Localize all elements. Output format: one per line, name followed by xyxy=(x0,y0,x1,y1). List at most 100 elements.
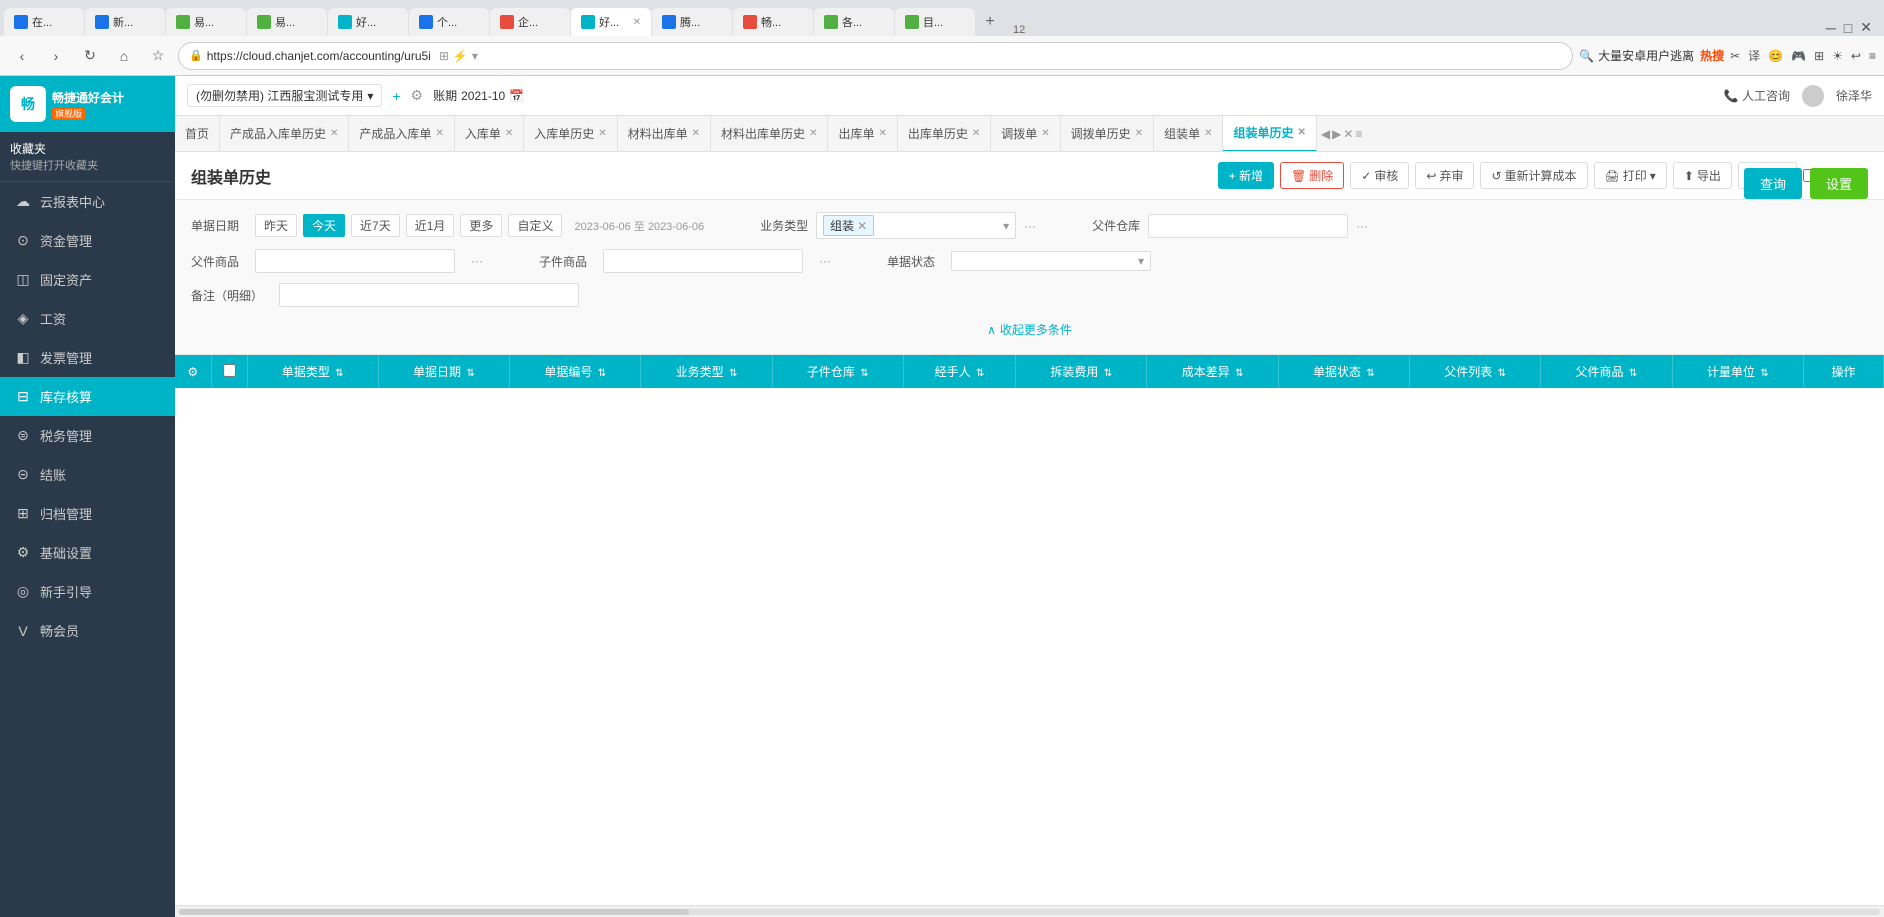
page-tab-close-icon[interactable]: ✕ xyxy=(1041,128,1049,139)
sidebar-item-inventory[interactable]: ⊟ 库存核算 xyxy=(0,377,175,416)
browser-tab-t5[interactable]: 好... xyxy=(328,8,408,36)
sidebar-item-settle[interactable]: ⊝ 结账 xyxy=(0,455,175,494)
browser-tab-t8[interactable]: 好... ✕ xyxy=(571,8,651,36)
page-tab-close-icon[interactable]: ✕ xyxy=(972,128,980,139)
child-goods-more-icon[interactable]: ··· xyxy=(819,254,831,268)
sidebar-item-guide[interactable]: ◎ 新手引导 xyxy=(0,572,175,611)
tabs-close-all-icon[interactable]: ✕ xyxy=(1343,127,1353,141)
browser-tab-t4[interactable]: 易... xyxy=(247,8,327,36)
th-unit[interactable]: 计量单位 ⇅ xyxy=(1672,355,1803,388)
date-btn-1month[interactable]: 近1月 xyxy=(406,214,455,237)
page-tab-in-hist[interactable]: 入库单历史 ✕ xyxy=(524,116,617,152)
new-tab-button[interactable]: + xyxy=(976,8,1004,36)
browser-tab-t2[interactable]: 新... xyxy=(85,8,165,36)
page-tab-close-icon[interactable]: ✕ xyxy=(505,128,513,139)
browser-tab-t3[interactable]: 易... xyxy=(166,8,246,36)
page-tab-kit[interactable]: 组装单 ✕ xyxy=(1154,116,1223,152)
browser-tab-t6[interactable]: 个... xyxy=(409,8,489,36)
tabs-menu-icon[interactable]: ≡ xyxy=(1355,127,1362,141)
child-goods-input[interactable] xyxy=(603,249,803,273)
sidebar-item-settings[interactable]: ⚙ 基础设置 xyxy=(0,533,175,572)
game-icon[interactable]: 🎮 xyxy=(1791,49,1806,63)
date-btn-7days[interactable]: 近7天 xyxy=(351,214,400,237)
tabs-prev-icon[interactable]: ◀ xyxy=(1321,127,1330,141)
page-tab-home[interactable]: 首页 xyxy=(175,116,220,152)
sidebar-item-salary[interactable]: ◈ 工资 xyxy=(0,299,175,338)
undo-icon[interactable]: ↩ xyxy=(1851,49,1861,63)
th-biz-type[interactable]: 业务类型 ⇅ xyxy=(641,355,772,388)
th-parent-list[interactable]: 父件列表 ⇅ xyxy=(1410,355,1541,388)
page-tab-close-icon[interactable]: ✕ xyxy=(878,128,886,139)
page-tab-close-icon[interactable]: ✕ xyxy=(330,128,338,139)
browser-tab-t1[interactable]: 在... xyxy=(4,8,84,36)
scrollbar-track[interactable] xyxy=(179,909,1880,915)
column-settings-icon[interactable]: ⚙ xyxy=(187,365,198,379)
page-tab-prod-in[interactable]: 产成品入库单 ✕ xyxy=(349,116,454,152)
query-button[interactable]: 查询 xyxy=(1744,168,1802,199)
forward-button[interactable]: › xyxy=(42,42,70,70)
company-selector[interactable]: (勿删勿禁用) 江西服宝测试专用 ▾ xyxy=(187,84,382,107)
abandon-button[interactable]: ↩ 弃审 xyxy=(1415,162,1474,189)
th-doc-date[interactable]: 单据日期 ⇅ xyxy=(378,355,509,388)
refresh-button[interactable]: ↻ xyxy=(76,42,104,70)
maximize-button[interactable]: □ xyxy=(1844,20,1852,36)
print-button[interactable]: 🖨 打印 ▾ xyxy=(1594,162,1667,189)
bookmark-button[interactable]: ☆ xyxy=(144,42,172,70)
page-tab-close-icon[interactable]: ✕ xyxy=(435,128,443,139)
page-tab-assemble-hist[interactable]: 调拨单历史 ✕ xyxy=(1061,116,1154,152)
th-parent-goods[interactable]: 父件商品 ⇅ xyxy=(1541,355,1672,388)
close-window-button[interactable]: ✕ xyxy=(1860,19,1872,36)
remark-input[interactable] xyxy=(279,283,579,307)
horizontal-scrollbar[interactable] xyxy=(175,905,1884,917)
scrollbar-thumb[interactable] xyxy=(179,909,689,915)
date-btn-custom[interactable]: 自定义 xyxy=(508,214,562,237)
sidebar-item-fund[interactable]: ⊙ 资金管理 xyxy=(0,221,175,260)
export-button[interactable]: ⬆ 导出 xyxy=(1673,162,1732,189)
browser-tab-t12[interactable]: 目... xyxy=(895,8,975,36)
sidebar-item-vip[interactable]: V 畅会员 xyxy=(0,611,175,650)
recalculate-button[interactable]: ↺ 重新计算成本 xyxy=(1480,162,1587,189)
back-button[interactable]: ‹ xyxy=(8,42,36,70)
page-tab-close-icon[interactable]: ✕ xyxy=(809,128,817,139)
grid-view-icon[interactable]: ⊞ xyxy=(1814,49,1824,63)
sidebar-item-invoice[interactable]: ◧ 发票管理 xyxy=(0,338,175,377)
th-doc-no[interactable]: 单据编号 ⇅ xyxy=(510,355,641,388)
doc-status-dropdown-icon[interactable]: ▾ xyxy=(1138,254,1144,268)
add-entity-button[interactable]: + xyxy=(392,88,400,104)
settings-button[interactable]: ⚙ xyxy=(411,87,424,104)
th-settings[interactable]: ⚙ xyxy=(175,355,211,388)
page-tab-mat-out[interactable]: 材料出库单 ✕ xyxy=(618,116,711,152)
home-button[interactable]: ⌂ xyxy=(110,42,138,70)
page-tab-close-icon[interactable]: ✕ xyxy=(1298,127,1306,138)
sun-icon[interactable]: ☀ xyxy=(1832,49,1843,63)
biz-type-tag-close[interactable]: ✕ xyxy=(857,219,867,233)
browser-tab-t11[interactable]: 各... xyxy=(814,8,894,36)
date-btn-more[interactable]: 更多 xyxy=(460,214,502,237)
parent-goods-more-icon[interactable]: ··· xyxy=(471,254,483,268)
add-button[interactable]: + 新增 xyxy=(1218,162,1274,189)
sidebar-item-fixed-asset[interactable]: ◫ 固定资产 xyxy=(0,260,175,299)
tabs-next-icon[interactable]: ▶ xyxy=(1332,127,1341,141)
set-button[interactable]: 设置 xyxy=(1810,168,1868,199)
biz-type-more-icon[interactable]: ··· xyxy=(1024,219,1036,233)
page-tab-mat-out-hist[interactable]: 材料出库单历史 ✕ xyxy=(711,116,828,152)
date-btn-yesterday[interactable]: 昨天 xyxy=(255,214,297,237)
page-tab-close-icon[interactable]: ✕ xyxy=(1135,128,1143,139)
th-handler[interactable]: 经手人 ⇅ xyxy=(903,355,1015,388)
page-tab-out-order[interactable]: 出库单 ✕ xyxy=(828,116,897,152)
page-tab-close-icon[interactable]: ✕ xyxy=(1204,128,1212,139)
sidebar-item-cloud-report[interactable]: ☁ 云报表中心 xyxy=(0,182,175,221)
th-doc-type[interactable]: 单据类型 ⇅ xyxy=(247,355,378,388)
parent-warehouse-more-icon[interactable]: ··· xyxy=(1356,219,1368,233)
parent-warehouse-input[interactable] xyxy=(1148,214,1348,238)
biz-type-dropdown-icon[interactable]: ▾ xyxy=(1003,219,1009,233)
th-check[interactable] xyxy=(211,355,247,388)
sidebar-item-archive[interactable]: ⊞ 归档管理 xyxy=(0,494,175,533)
browser-tab-t10[interactable]: 畅... xyxy=(733,8,813,36)
parent-goods-input[interactable] xyxy=(255,249,455,273)
tab-close-icon[interactable]: ✕ xyxy=(633,17,641,28)
service-button[interactable]: 📞 人工咨询 xyxy=(1724,87,1790,104)
th-child-warehouse[interactable]: 子件仓库 ⇅ xyxy=(772,355,903,388)
th-doc-status[interactable]: 单据状态 ⇅ xyxy=(1278,355,1409,388)
page-tab-close-icon[interactable]: ✕ xyxy=(692,128,700,139)
